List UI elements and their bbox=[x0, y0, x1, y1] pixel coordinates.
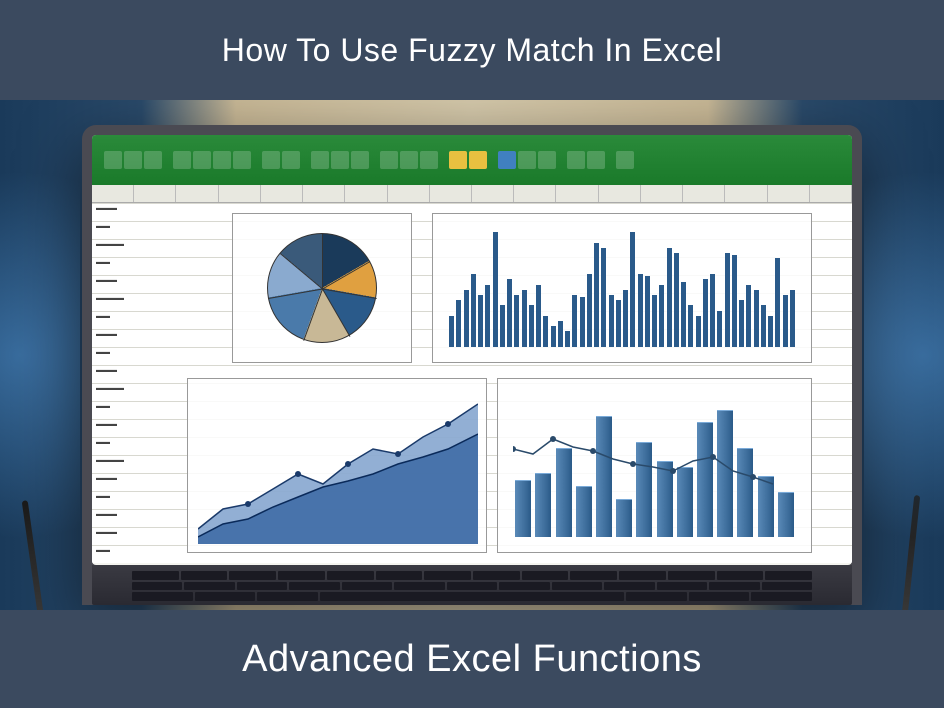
pen-decoration bbox=[902, 495, 921, 610]
excel-ribbon bbox=[92, 135, 852, 185]
excel-screen: ▬▬▬▬▬▬▬▬▬▬▬▬▬▬▬▬▬▬▬▬▬▬▬▬▬▬▬▬▬▬▬▬▬▬▬▬▬▬▬▬… bbox=[92, 135, 852, 565]
laptop-illustration: ▬▬▬▬▬▬▬▬▬▬▬▬▬▬▬▬▬▬▬▬▬▬▬▬▬▬▬▬▬▬▬▬▬▬▬▬▬▬▬▬… bbox=[82, 125, 862, 605]
pie-chart bbox=[232, 213, 412, 363]
data-column-a: ▬▬▬▬▬▬▬▬▬▬▬▬▬▬▬▬▬▬▬▬▬▬▬▬▬▬▬▬▬▬▬▬▬▬▬▬▬▬▬▬… bbox=[92, 203, 192, 563]
hero-image: ▬▬▬▬▬▬▬▬▬▬▬▬▬▬▬▬▬▬▬▬▬▬▬▬▬▬▬▬▬▬▬▬▬▬▬▬▬▬▬▬… bbox=[0, 100, 944, 610]
pen-decoration bbox=[22, 500, 45, 610]
page-subtitle: Advanced Excel Functions bbox=[242, 638, 702, 681]
top-banner: How To Use Fuzzy Match In Excel bbox=[0, 0, 944, 100]
combo-chart bbox=[497, 378, 812, 553]
spreadsheet-grid: ▬▬▬▬▬▬▬▬▬▬▬▬▬▬▬▬▬▬▬▬▬▬▬▬▬▬▬▬▬▬▬▬▬▬▬▬▬▬▬▬… bbox=[92, 203, 852, 563]
column-headers bbox=[92, 185, 852, 203]
page-title: How To Use Fuzzy Match In Excel bbox=[222, 32, 722, 69]
area-chart bbox=[187, 378, 487, 553]
bottom-banner: Advanced Excel Functions bbox=[0, 610, 944, 708]
bar-chart-top bbox=[432, 213, 812, 363]
laptop-keyboard bbox=[92, 565, 852, 605]
